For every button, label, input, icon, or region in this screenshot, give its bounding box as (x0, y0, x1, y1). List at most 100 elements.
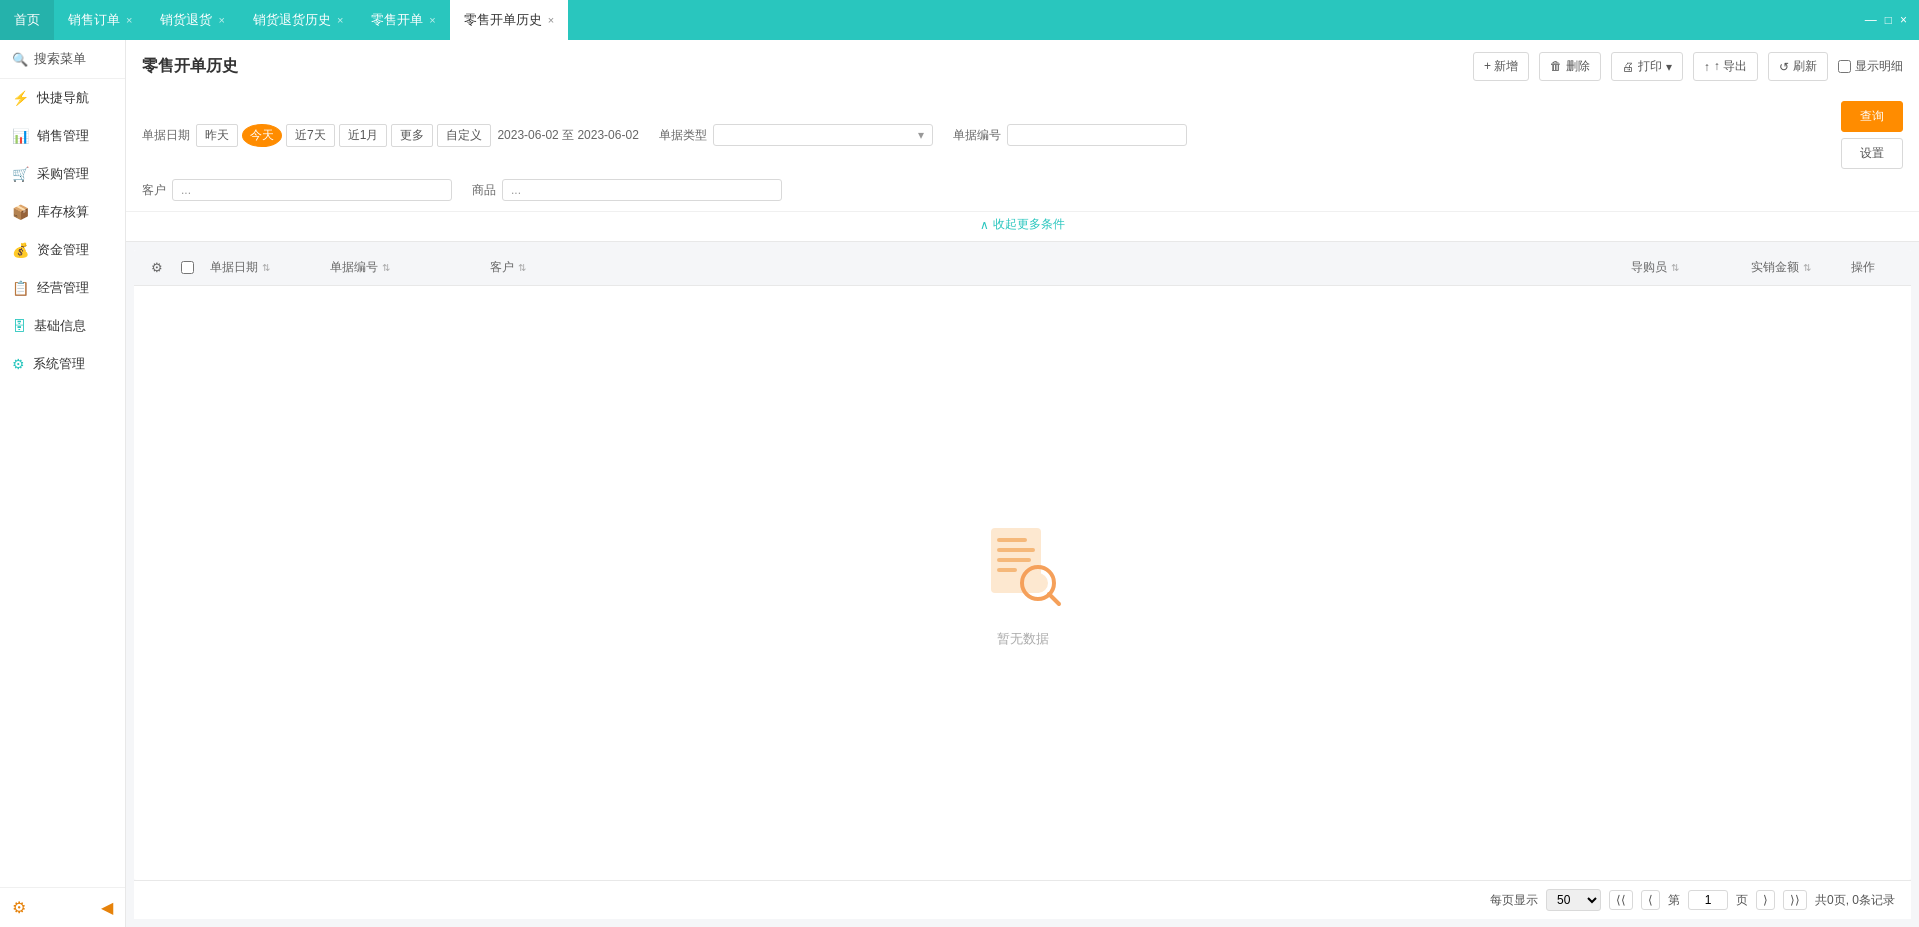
sidebar-label-5: 经营管理 (37, 279, 89, 297)
date-btn-近1月[interactable]: 近1月 (339, 124, 388, 147)
sidebar-icon-0: ⚡ (12, 90, 29, 106)
sidebar-collapse-icon[interactable]: ◀ (101, 898, 113, 917)
sidebar-item-3[interactable]: 📦 库存核算 (0, 193, 125, 231)
type-select-arrow: ▾ (918, 128, 924, 142)
sidebar-item-1[interactable]: 📊 销售管理 (0, 117, 125, 155)
next-page-button[interactable]: ⟩ (1756, 890, 1775, 910)
date-filter-label: 单据日期 (142, 127, 190, 144)
tab-close-icon[interactable]: × (126, 14, 132, 26)
prev-page-button[interactable]: ⟨ (1641, 890, 1660, 910)
date-btn-昨天[interactable]: 昨天 (196, 124, 238, 147)
total-label: 共0页, 0条记录 (1815, 892, 1895, 909)
settings-button[interactable]: 设置 (1841, 138, 1903, 169)
goods-filter-label: 商品 (472, 182, 496, 199)
tab-close-icon[interactable]: × (218, 14, 224, 26)
page-input[interactable] (1688, 890, 1728, 910)
customer-filter-label: 客户 (142, 182, 166, 199)
table-select-all[interactable] (172, 261, 202, 274)
goods-select-value: ... (511, 183, 521, 197)
refresh-button[interactable]: ↺ 刷新 (1768, 52, 1828, 81)
per-page-label: 每页显示 (1490, 892, 1538, 909)
date-btn-自定义[interactable]: 自定义 (437, 124, 491, 147)
col-date[interactable]: 单据日期 ⇅ (202, 259, 322, 276)
collapse-label: 收起更多条件 (993, 216, 1065, 233)
restore-button[interactable]: □ (1885, 13, 1892, 27)
col-guide-label: 导购员 (1631, 259, 1667, 276)
toolbar: + 新增 🗑 删除 🖨 打印 ▾ ↑ ↑ 导出 ↺ 刷新 (1473, 52, 1903, 81)
tab-label: 销货退货 (160, 11, 212, 29)
tab-close-icon[interactable]: × (337, 14, 343, 26)
tab-零售开单[interactable]: 零售开单× (357, 0, 449, 40)
number-filter-label: 单据编号 (953, 127, 1001, 144)
sidebar-item-7[interactable]: ⚙ 系统管理 (0, 345, 125, 383)
print-button[interactable]: 🖨 打印 ▾ (1611, 52, 1683, 81)
sidebar-icon-2: 🛒 (12, 166, 29, 182)
number-input[interactable] (1016, 128, 1178, 142)
page-label: 页 (1736, 892, 1748, 909)
number-input-wrap[interactable] (1007, 124, 1187, 146)
sidebar-settings-icon[interactable]: ⚙ (12, 898, 26, 917)
tab-零售开单历史[interactable]: 零售开单历史 × (450, 0, 568, 40)
col-amount-label: 实销金额 (1751, 259, 1799, 276)
collapse-button[interactable]: ∧ 收起更多条件 (980, 212, 1065, 241)
tab-销货退货历史[interactable]: 销货退货历史 × (239, 0, 357, 40)
col-amount-sort: ⇅ (1803, 262, 1811, 273)
minimize-button[interactable]: — (1865, 13, 1877, 27)
date-buttons: 昨天今天近7天近1月更多自定义 (196, 124, 491, 147)
tab-close-icon[interactable]: × (548, 14, 554, 26)
svg-rect-4 (997, 568, 1017, 572)
sidebar-item-6[interactable]: 🗄 基础信息 (0, 307, 125, 345)
delete-button[interactable]: 🗑 删除 (1539, 52, 1600, 81)
sidebar-label-1: 销售管理 (37, 127, 89, 145)
tab-销售订单[interactable]: 销售订单× (54, 0, 146, 40)
table-settings-icon[interactable]: ⚙ (142, 260, 172, 275)
col-customer-sort: ⇅ (518, 262, 526, 273)
query-button[interactable]: 查询 (1841, 101, 1903, 132)
filter-row-2: 客户 ... 商品 ... (142, 179, 1903, 201)
type-select[interactable]: ▾ (713, 124, 933, 146)
display-detail-input[interactable] (1838, 60, 1851, 73)
table-header: ⚙ 单据日期 ⇅ 单据编号 ⇅ 客户 ⇅ 导购员 ⇅ (134, 250, 1911, 286)
last-page-button[interactable]: ⟩⟩ (1783, 890, 1807, 910)
pagination-bar: 每页显示 50 10 20 100 ⟨⟨ ⟨ 第 页 ⟩ ⟩⟩ 共0页, 0条记… (134, 880, 1911, 919)
first-page-button[interactable]: ⟨⟨ (1609, 890, 1633, 910)
customer-select[interactable]: ... (172, 179, 452, 201)
display-detail-checkbox[interactable]: 显示明细 (1838, 58, 1903, 75)
export-button[interactable]: ↑ ↑ 导出 (1693, 52, 1758, 81)
sidebar-item-5[interactable]: 📋 经营管理 (0, 269, 125, 307)
sidebar-icon-7: ⚙ (12, 356, 25, 372)
tab-label: 零售开单历史 (464, 11, 542, 29)
tab-首页[interactable]: 首页 (0, 0, 54, 40)
col-guide[interactable]: 导购员 ⇅ (1623, 259, 1743, 276)
print-arrow: ▾ (1666, 60, 1672, 74)
page-word: 第 (1668, 892, 1680, 909)
content-area: 零售开单历史 + 新增 🗑 删除 🖨 打印 ▾ ↑ ↑ 导出 ↺ (126, 40, 1919, 927)
date-btn-近7天[interactable]: 近7天 (286, 124, 335, 147)
col-customer[interactable]: 客户 ⇅ (482, 259, 1623, 276)
sidebar-search-label: 搜索菜单 (34, 50, 86, 68)
type-filter-label: 单据类型 (659, 127, 707, 144)
filter-area: 单据日期 昨天今天近7天近1月更多自定义2023-06-02 至 2023-06… (142, 91, 1903, 241)
per-page-select[interactable]: 50 10 20 100 (1546, 889, 1601, 911)
close-button[interactable]: × (1900, 13, 1907, 27)
page-title: 零售开单历史 (142, 56, 238, 77)
tab-close-icon[interactable]: × (429, 14, 435, 26)
sidebar-item-0[interactable]: ⚡ 快捷导航 (0, 79, 125, 117)
sidebar-search[interactable]: 🔍 搜索菜单 (0, 40, 125, 79)
col-number[interactable]: 单据编号 ⇅ (322, 259, 482, 276)
select-all-checkbox[interactable] (181, 261, 194, 274)
sidebar-item-4[interactable]: 💰 资金管理 (0, 231, 125, 269)
tab-label: 销货退货历史 (253, 11, 331, 29)
sidebar-label-2: 采购管理 (37, 165, 89, 183)
date-btn-更多[interactable]: 更多 (391, 124, 433, 147)
sidebar-icon-5: 📋 (12, 280, 29, 296)
page-header-top: 零售开单历史 + 新增 🗑 删除 🖨 打印 ▾ ↑ ↑ 导出 ↺ (142, 52, 1903, 81)
date-btn-今天[interactable]: 今天 (242, 124, 282, 147)
sidebar-item-2[interactable]: 🛒 采购管理 (0, 155, 125, 193)
col-amount[interactable]: 实销金额 ⇅ (1743, 259, 1843, 276)
sidebar-label-4: 资金管理 (37, 241, 89, 259)
empty-illustration (973, 518, 1073, 618)
goods-select[interactable]: ... (502, 179, 782, 201)
add-button[interactable]: + 新增 (1473, 52, 1529, 81)
tab-销货退货[interactable]: 销货退货 × (146, 0, 238, 40)
